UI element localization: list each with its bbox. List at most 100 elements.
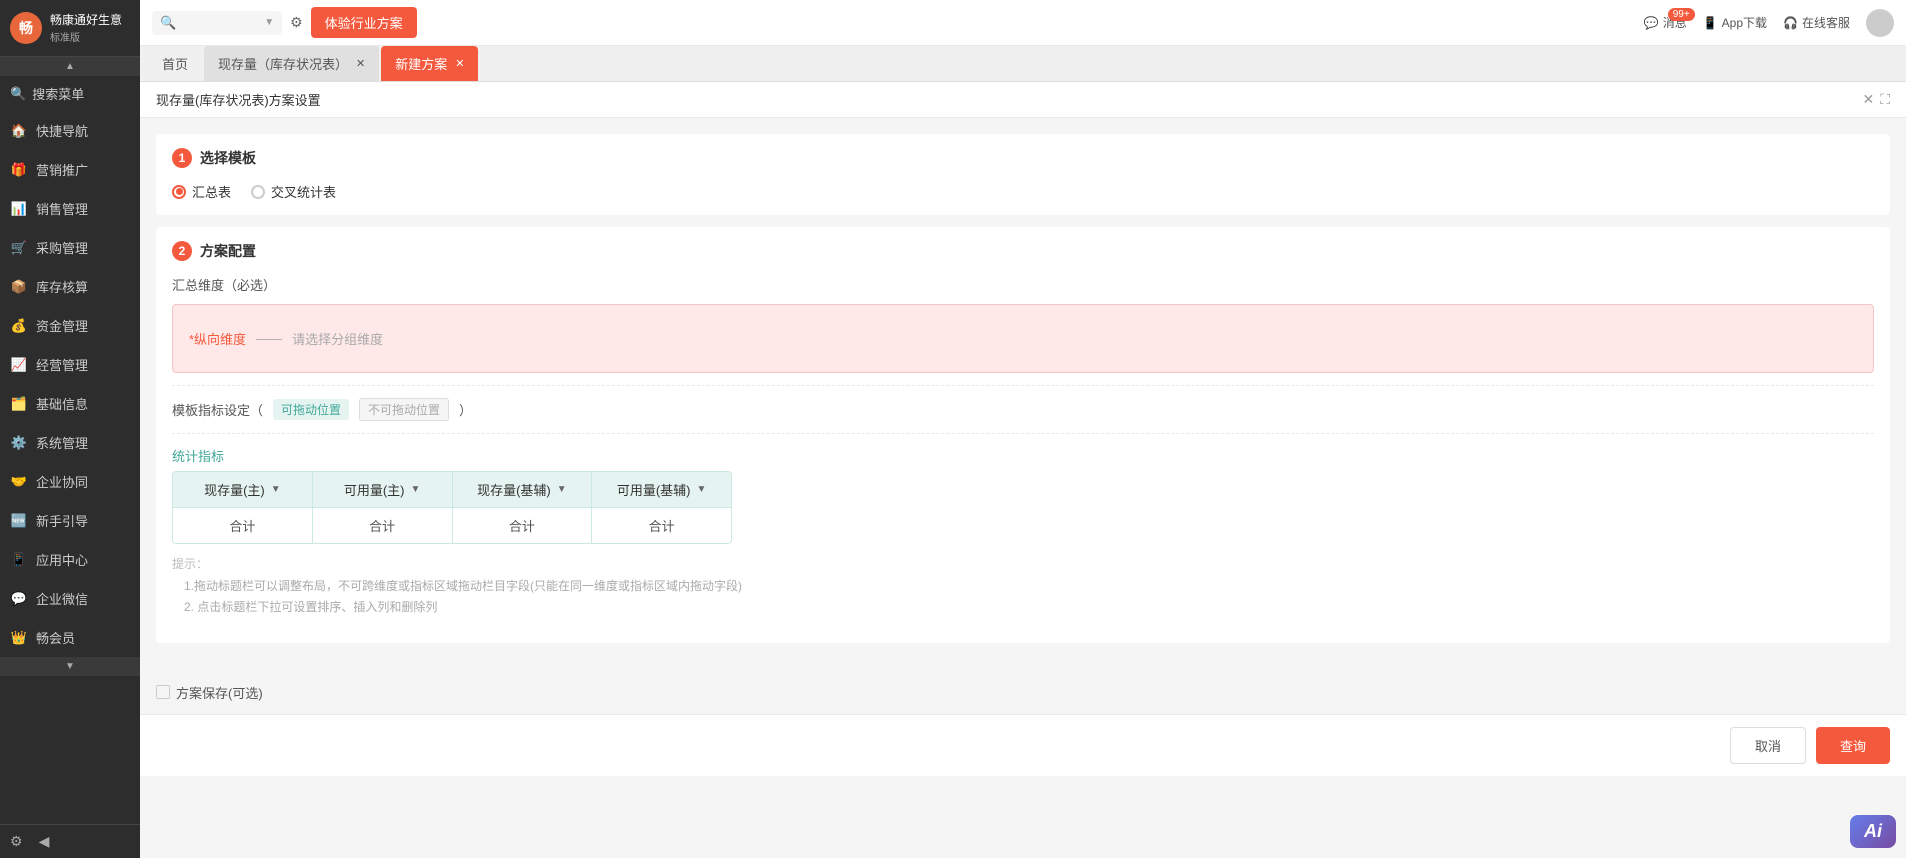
sidebar-item-purchase[interactable]: 🛒 采购管理 [0, 228, 140, 267]
radio-cross-table[interactable]: 交叉统计表 [251, 182, 336, 201]
member-icon: 👑 [10, 629, 28, 647]
sidebar-item-marketing-label: 营销推广 [36, 160, 88, 179]
tab-home[interactable]: 首页 [148, 46, 202, 81]
dim-arrow: —— [256, 331, 282, 346]
sidebar-item-member[interactable]: 👑 畅会员 [0, 618, 140, 657]
sidebar-item-app-center[interactable]: 📱 应用中心 [0, 540, 140, 579]
non-draggable-badge: 不可拖动位置 [359, 398, 449, 421]
stat-col-header-1: 可用量(主) ▼ [313, 472, 453, 507]
section2-title: 2 方案配置 [172, 241, 1874, 261]
draggable-badge: 可拖动位置 [273, 399, 349, 420]
enterprise-icon: 🤝 [10, 473, 28, 491]
settings-icon[interactable]: ⚙ [10, 833, 23, 850]
section1-num: 1 [172, 148, 192, 168]
sidebar-item-enterprise[interactable]: 🤝 企业协同 [0, 462, 140, 501]
topbar-search-box[interactable]: 🔍 ▼ [152, 11, 282, 35]
sidebar: 畅 畅康通好生意 标准版 ▲ 🔍 搜索菜单 🏠 快捷导航 🎁 营销推广 📊 销售… [0, 0, 140, 858]
service-icon: 🎧 [1783, 16, 1798, 30]
expand-icon[interactable]: ⛶ [1880, 91, 1890, 108]
stat-col-chevron-2[interactable]: ▼ [557, 484, 567, 495]
divider-1 [172, 385, 1874, 386]
sidebar-item-member-label: 畅会员 [36, 628, 75, 647]
content-header: 现存量(库存状况表)方案设置 ✕ ⛶ [140, 82, 1906, 118]
section2-label: 方案配置 [200, 241, 256, 261]
stat-cell-0-1: 合计 [313, 508, 453, 543]
message-button[interactable]: 💬 消息 99+ [1644, 14, 1687, 31]
sidebar-item-inventory[interactable]: 📦 库存核算 [0, 267, 140, 306]
tabbar: 首页 现存量（库存状况表） ✕ 新建方案 ✕ [140, 46, 1906, 82]
radio-summary-label: 汇总表 [192, 182, 231, 201]
topbar-gear-icon[interactable]: ⚙ [290, 14, 303, 31]
cancel-button[interactable]: 取消 [1730, 727, 1806, 764]
app-download-label: App下载 [1722, 14, 1767, 31]
stat-col-header-0: 现存量(主) ▼ [173, 472, 313, 507]
sidebar-item-finance-label: 资金管理 [36, 316, 88, 335]
sidebar-item-sales-label: 销售管理 [36, 199, 88, 218]
minimize-icon[interactable]: ✕ [1862, 91, 1874, 108]
page-title: 现存量(库存状况表)方案设置 [156, 90, 321, 109]
sidebar-item-inventory-label: 库存核算 [36, 277, 88, 296]
stat-table-row-0: 合计 合计 合计 合计 [173, 507, 731, 543]
sidebar-item-sales[interactable]: 📊 销售管理 [0, 189, 140, 228]
sidebar-item-new-guide[interactable]: 🆕 新手引导 [0, 501, 140, 540]
app-center-icon: 📱 [10, 551, 28, 569]
tip-1: 1.拖动标题栏可以调整布局，不可跨维度或指标区域拖动栏目字段(只能在同一维度或指… [172, 576, 1874, 598]
tab-new-scheme[interactable]: 新建方案 ✕ [381, 46, 478, 81]
sidebar-scroll-up[interactable]: ▲ [0, 57, 140, 76]
stat-col-chevron-1[interactable]: ▼ [411, 484, 421, 495]
tab-inventory-status[interactable]: 现存量（库存状况表） ✕ [204, 46, 379, 81]
query-button[interactable]: 查询 [1816, 727, 1890, 764]
message-icon: 💬 [1644, 16, 1659, 30]
content-area: 现存量(库存状况表)方案设置 ✕ ⛶ 1 选择模板 汇总表 [140, 82, 1906, 858]
tab-inventory-close[interactable]: ✕ [356, 57, 365, 70]
radio-summary-circle [172, 185, 186, 199]
collapse-icon[interactable]: ◀ [39, 833, 50, 850]
sidebar-search[interactable]: 🔍 搜索菜单 [0, 76, 140, 111]
quick-nav-icon: 🏠 [10, 122, 28, 140]
trial-button[interactable]: 体验行业方案 [311, 7, 417, 38]
marketing-icon: 🎁 [10, 161, 28, 179]
sidebar-item-wechat-label: 企业微信 [36, 589, 88, 608]
statistics-table: 现存量(主) ▼ 可用量(主) ▼ 现存量(基辅) ▼ 可用量(基辅) [172, 471, 732, 544]
radio-summary-table[interactable]: 汇总表 [172, 182, 231, 201]
sidebar-scroll-down[interactable]: ▼ [0, 657, 140, 676]
stat-col-label-2: 现存量(基辅) [477, 480, 551, 499]
download-icon: 📱 [1703, 16, 1718, 30]
sidebar-logo: 畅 畅康通好生意 标准版 [0, 0, 140, 57]
save-check-area: 方案保存(可选) [140, 671, 1906, 714]
ai-badge[interactable]: Ai [1850, 815, 1896, 848]
divider-2 [172, 433, 1874, 434]
sidebar-item-operations[interactable]: 📈 经营管理 [0, 345, 140, 384]
save-checkbox[interactable] [156, 685, 170, 699]
sidebar-item-system[interactable]: ⚙️ 系统管理 [0, 423, 140, 462]
sidebar-item-marketing[interactable]: 🎁 营销推广 [0, 150, 140, 189]
sidebar-bottom: ⚙ ◀ [0, 824, 140, 858]
stat-col-header-3: 可用量(基辅) ▼ [592, 472, 731, 507]
radio-cross-circle [251, 185, 265, 199]
app-download-button[interactable]: 📱 App下载 [1703, 14, 1767, 31]
tab-new-scheme-close[interactable]: ✕ [455, 57, 464, 70]
sidebar-item-quick-nav-label: 快捷导航 [36, 121, 88, 140]
topbar-right: 💬 消息 99+ 📱 App下载 🎧 在线客服 [1644, 9, 1894, 37]
stat-cell-0-2: 合计 [453, 508, 593, 543]
stat-col-label-1: 可用量(主) [344, 480, 405, 499]
topbar-search-chevron[interactable]: ▼ [264, 17, 274, 28]
form-container: 1 选择模板 汇总表 交叉统计表 2 [140, 118, 1906, 671]
online-service-button[interactable]: 🎧 在线客服 [1783, 14, 1850, 31]
sidebar-item-finance[interactable]: 💰 资金管理 [0, 306, 140, 345]
purchase-icon: 🛒 [10, 239, 28, 257]
sidebar-item-quick-nav[interactable]: 🏠 快捷导航 [0, 111, 140, 150]
sidebar-search-label: 搜索菜单 [32, 84, 84, 103]
indicator-close-paren: ） [459, 400, 472, 419]
sidebar-item-basic-info[interactable]: 🗂️ 基础信息 [0, 384, 140, 423]
basic-info-icon: 🗂️ [10, 395, 28, 413]
topbar-search-input[interactable] [180, 16, 260, 30]
section1-block: 1 选择模板 汇总表 交叉统计表 [156, 134, 1890, 215]
sidebar-item-wechat[interactable]: 💬 企业微信 [0, 579, 140, 618]
stat-col-chevron-0[interactable]: ▼ [271, 484, 281, 495]
stat-col-chevron-3[interactable]: ▼ [697, 484, 707, 495]
template-radio-group: 汇总表 交叉统计表 [172, 182, 1874, 201]
user-avatar[interactable] [1866, 9, 1894, 37]
sidebar-item-new-guide-label: 新手引导 [36, 511, 88, 530]
dim-placeholder[interactable]: 请选择分组维度 [292, 329, 383, 348]
